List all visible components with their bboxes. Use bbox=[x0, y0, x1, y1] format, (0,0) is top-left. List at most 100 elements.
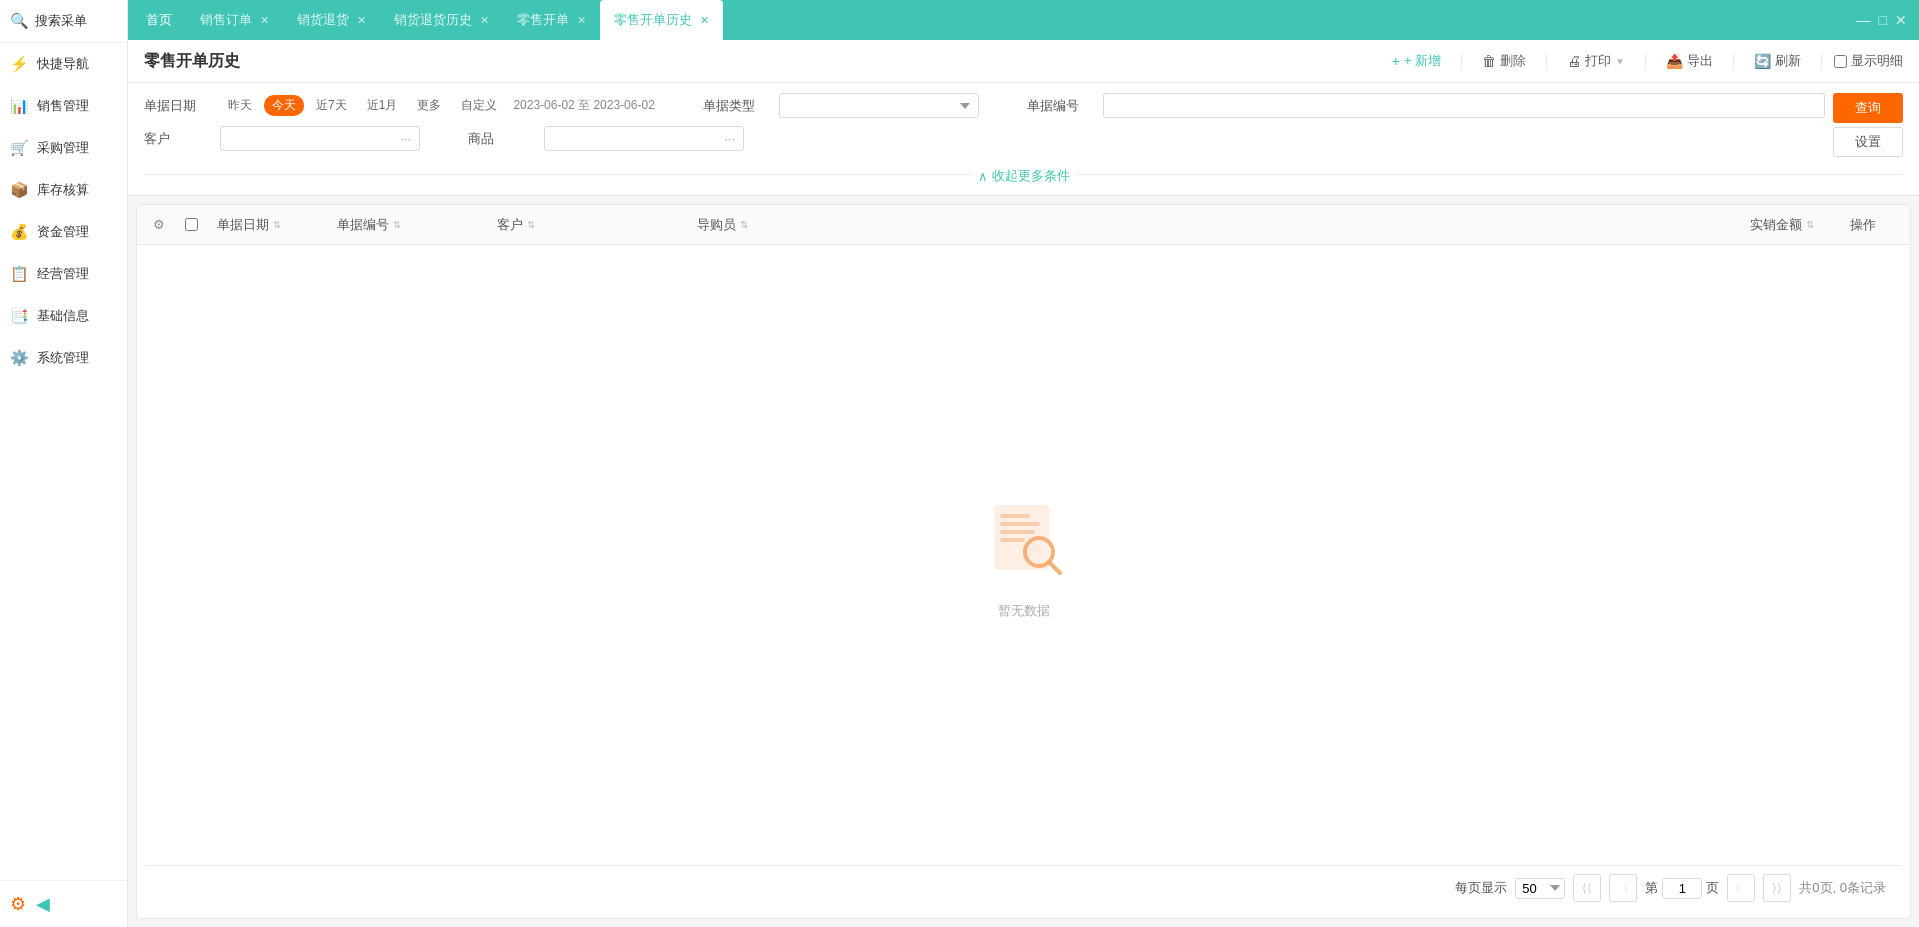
last-page-btn[interactable]: ⟩⟩ bbox=[1763, 874, 1791, 902]
col-customer-header[interactable]: 客户 ⇅ bbox=[489, 216, 689, 234]
display-detail-label: 显示明细 bbox=[1851, 52, 1903, 70]
print-button[interactable]: 🖨 打印 ▼ bbox=[1559, 48, 1633, 74]
customer-label: 客户 bbox=[144, 130, 204, 148]
sidebar-bottom: ⚙ ◀ bbox=[0, 880, 127, 927]
col-number-label: 单据编号 bbox=[337, 216, 389, 234]
col-number-header[interactable]: 单据编号 ⇅ bbox=[329, 216, 489, 234]
sort-amount-icon: ⇅ bbox=[1806, 219, 1814, 230]
empty-state: 暂无数据 bbox=[974, 490, 1074, 620]
product-input[interactable]: ··· bbox=[544, 126, 744, 151]
tab-retail-open[interactable]: 零售开单 ✕ bbox=[503, 0, 600, 40]
delete-button[interactable]: 🗑 删除 bbox=[1474, 48, 1534, 74]
nav-label-quick-nav: 快捷导航 bbox=[37, 55, 89, 73]
month-btn[interactable]: 近1月 bbox=[359, 95, 406, 116]
product-dots: ··· bbox=[724, 131, 735, 146]
nav-label-base-info: 基础信息 bbox=[37, 307, 89, 325]
col-amount-header[interactable]: 实销金额 ⇅ bbox=[1742, 216, 1842, 234]
nav-label-operation: 经营管理 bbox=[37, 265, 89, 283]
table-header: ⚙ 单据日期 ⇅ 单据编号 ⇅ 客户 ⇅ 导购员 ⇅ bbox=[137, 205, 1910, 245]
sidebar-item-sales-mgmt[interactable]: 📊销售管理 bbox=[0, 85, 127, 127]
export-icon: 📤 bbox=[1666, 53, 1683, 69]
today-btn[interactable]: 今天 bbox=[264, 95, 304, 116]
collapse-btn[interactable]: ∧ 收起更多条件 bbox=[978, 167, 1070, 185]
divider-3 bbox=[1645, 53, 1646, 69]
collapse-line-left bbox=[144, 174, 970, 175]
print-label: 打印 bbox=[1585, 52, 1611, 70]
window-maximize[interactable]: □ bbox=[1879, 12, 1887, 28]
col-date-header[interactable]: 单据日期 ⇅ bbox=[209, 216, 329, 234]
sidebar-item-operation[interactable]: 📋经营管理 bbox=[0, 253, 127, 295]
select-all-checkbox[interactable] bbox=[185, 218, 198, 231]
type-select[interactable] bbox=[779, 93, 979, 118]
delete-icon: 🗑 bbox=[1482, 53, 1496, 69]
tab-close-sales-return[interactable]: ✕ bbox=[357, 14, 366, 27]
sidebar-search[interactable]: 🔍 搜索采单 bbox=[0, 0, 127, 43]
col-checkbox-header[interactable] bbox=[177, 218, 209, 231]
tab-close-retail-open[interactable]: ✕ bbox=[577, 14, 586, 27]
page-size-label: 每页显示 bbox=[1455, 879, 1507, 897]
col-settings-btn[interactable]: ⚙ bbox=[145, 217, 177, 232]
col-salesperson-label: 导购员 bbox=[697, 216, 736, 234]
tab-home[interactable]: 首页 bbox=[132, 0, 186, 40]
svg-rect-4 bbox=[1000, 538, 1025, 542]
col-salesperson-header[interactable]: 导购员 ⇅ bbox=[689, 216, 809, 234]
display-detail-toggle[interactable]: 显示明细 bbox=[1834, 52, 1903, 70]
page-input[interactable] bbox=[1662, 878, 1702, 899]
nav-icon-base-info: 📑 bbox=[10, 307, 29, 325]
add-label: + 新增 bbox=[1404, 52, 1441, 70]
tab-sales-return[interactable]: 销货退货✕ bbox=[283, 0, 380, 40]
tab-close-sales-order[interactable]: ✕ bbox=[260, 14, 269, 27]
add-button[interactable]: + + 新增 bbox=[1384, 48, 1449, 74]
sidebar-item-sys-mgmt[interactable]: ⚙️系统管理 bbox=[0, 337, 127, 379]
display-detail-checkbox[interactable] bbox=[1834, 55, 1847, 68]
table-area: ⚙ 单据日期 ⇅ 单据编号 ⇅ 客户 ⇅ 导购员 ⇅ bbox=[136, 204, 1911, 919]
nav-label-purchase-mgmt: 采购管理 bbox=[37, 139, 89, 157]
tab-label-home: 首页 bbox=[146, 11, 172, 29]
col-action-header: 操作 bbox=[1842, 216, 1902, 234]
prev-page-btn[interactable]: 〈 bbox=[1609, 874, 1637, 902]
next-page-btn[interactable]: 〉 bbox=[1727, 874, 1755, 902]
page-size-select[interactable]: 50 10 20 100 bbox=[1515, 878, 1565, 899]
svg-rect-2 bbox=[1000, 522, 1040, 526]
divider-2 bbox=[1546, 53, 1547, 69]
refresh-button[interactable]: 🔄 刷新 bbox=[1746, 48, 1809, 74]
setting-button[interactable]: 设置 bbox=[1833, 127, 1903, 157]
main-content: 首页销售订单✕销货退货✕销货退货历史✕零售开单✕零售开单历史✕ — □ ✕ 零售… bbox=[128, 0, 1919, 927]
page-info: 第 页 bbox=[1645, 878, 1719, 899]
sort-salesperson-icon: ⇅ bbox=[740, 219, 748, 230]
window-minimize[interactable]: — bbox=[1857, 12, 1871, 28]
more-date-btn[interactable]: 更多 bbox=[409, 95, 449, 116]
tab-sales-return-history[interactable]: 销货退货历史✕ bbox=[380, 0, 503, 40]
tab-label-retail-open: 零售开单 bbox=[517, 11, 569, 29]
collapse-icon[interactable]: ◀ bbox=[36, 893, 50, 915]
sidebar-item-inventory[interactable]: 📦库存核算 bbox=[0, 169, 127, 211]
tab-bar: 首页销售订单✕销货退货✕销货退货历史✕零售开单✕零售开单历史✕ — □ ✕ bbox=[128, 0, 1919, 40]
tab-sales-order[interactable]: 销售订单✕ bbox=[186, 0, 283, 40]
empty-text: 暂无数据 bbox=[998, 602, 1050, 620]
first-page-btn[interactable]: ⟨⟨ bbox=[1573, 874, 1601, 902]
week-btn[interactable]: 近7天 bbox=[308, 95, 355, 116]
sidebar-item-quick-nav[interactable]: ⚡快捷导航 bbox=[0, 43, 127, 85]
yesterday-btn[interactable]: 昨天 bbox=[220, 95, 260, 116]
tab-retail-history[interactable]: 零售开单历史✕ bbox=[600, 0, 723, 40]
toolbar: 零售开单历史 + + 新增 🗑 删除 🖨 打印 ▼ bbox=[128, 40, 1919, 83]
sidebar-item-finance[interactable]: 💰资金管理 bbox=[0, 211, 127, 253]
sidebar-item-purchase-mgmt[interactable]: 🛒采购管理 bbox=[0, 127, 127, 169]
sidebar-item-base-info[interactable]: 📑 基础信息 bbox=[0, 295, 127, 337]
nav-icon-sales-mgmt: 📊 bbox=[10, 97, 29, 115]
print-icon: 🖨 bbox=[1567, 53, 1581, 69]
customer-input[interactable]: ··· bbox=[220, 126, 420, 151]
tab-container: 首页销售订单✕销货退货✕销货退货历史✕零售开单✕零售开单历史✕ bbox=[132, 0, 723, 40]
query-button[interactable]: 查询 bbox=[1833, 93, 1903, 123]
number-input[interactable] bbox=[1103, 93, 1825, 118]
export-button[interactable]: 📤 导出 bbox=[1658, 48, 1721, 74]
custom-date-btn[interactable]: 自定义 bbox=[453, 95, 505, 116]
refresh-label: 刷新 bbox=[1775, 52, 1801, 70]
window-close[interactable]: ✕ bbox=[1895, 12, 1907, 28]
settings-icon[interactable]: ⚙ bbox=[10, 893, 26, 915]
collapse-row: ∧ 收起更多条件 bbox=[144, 163, 1903, 185]
col-date-label: 单据日期 bbox=[217, 216, 269, 234]
collapse-line-right bbox=[1078, 174, 1904, 175]
tab-close-sales-return-history[interactable]: ✕ bbox=[480, 14, 489, 27]
tab-close-retail-history[interactable]: ✕ bbox=[700, 14, 709, 27]
